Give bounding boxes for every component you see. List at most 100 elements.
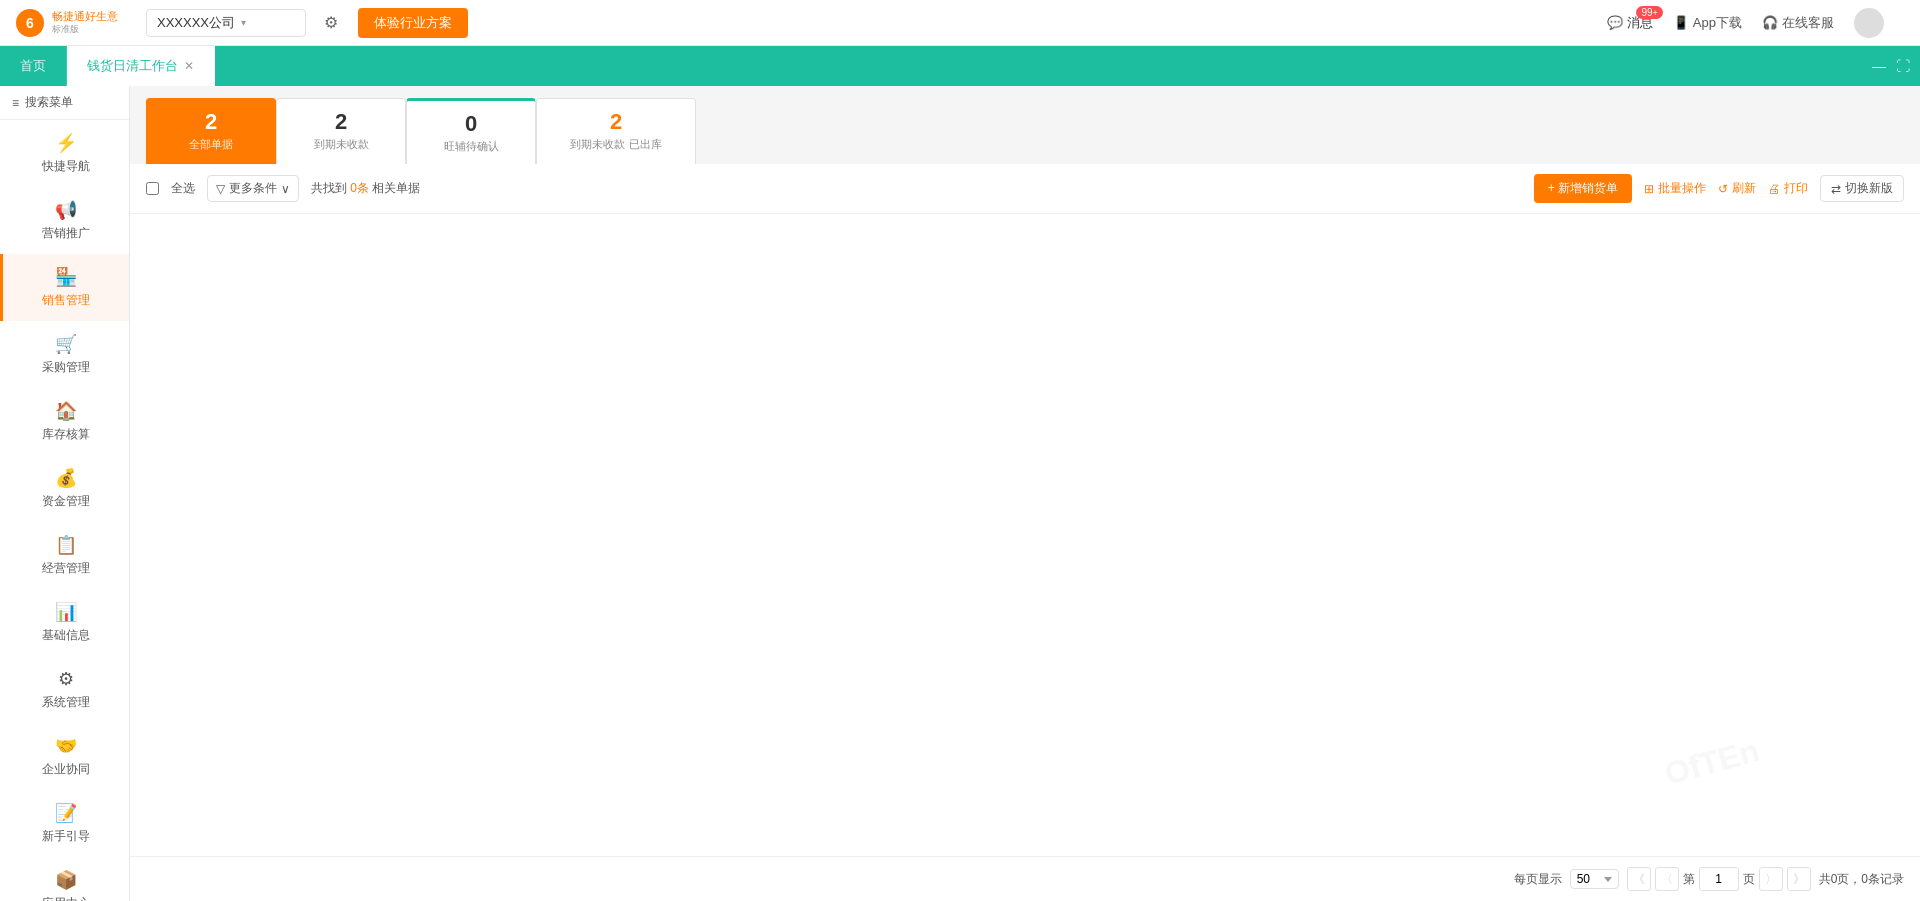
new-sale-btn[interactable]: + 新增销货单 [1534, 174, 1632, 203]
tab-maximize-icon[interactable]: ⛶ [1896, 58, 1910, 74]
system-icon: ⚙ [58, 668, 74, 690]
app-badge: 标准版 [52, 23, 118, 36]
sidebar-item-inventory-label: 库存核算 [42, 426, 90, 443]
filter-icon: ▽ [216, 182, 225, 196]
sidebar-item-marketing[interactable]: 📢 营销推广 [0, 187, 129, 254]
user-avatar[interactable] [1854, 8, 1884, 38]
sidebar-item-sales-label: 销售管理 [42, 292, 90, 309]
sidebar-item-quick-nav[interactable]: ⚡ 快捷导航 [0, 120, 129, 187]
stat-num-overdue-shipped: 2 [561, 109, 671, 135]
sidebar-item-quick-nav-label: 快捷导航 [42, 158, 90, 175]
search-menu-label: 搜索菜单 [25, 94, 73, 111]
purchase-icon: 🛒 [55, 333, 77, 355]
found-count: 0条 [350, 181, 369, 195]
search-menu-btn[interactable]: ≡ 搜索菜单 [0, 86, 129, 120]
company-selector[interactable]: XXXXXX公司 ▾ [146, 9, 306, 37]
switch-btn[interactable]: ⇄ 切换新版 [1820, 175, 1904, 202]
sidebar-item-marketing-label: 营销推广 [42, 225, 90, 242]
search-icon: ≡ [12, 96, 19, 110]
page-label-pre: 第 [1683, 871, 1695, 888]
page-input[interactable] [1699, 867, 1739, 891]
prev-page-btn[interactable]: 〈 [1655, 867, 1679, 891]
first-page-btn[interactable]: 《 [1627, 867, 1651, 891]
tab-minimize-icon[interactable]: — [1872, 58, 1886, 74]
content-area: 2 全部单据 2 到期未收款 0 旺辅待确认 2 到期未收款 已出库 全选 ▽ … [130, 86, 1920, 901]
print-icon: 🖨 [1768, 182, 1780, 196]
sidebar-item-finance[interactable]: 💰 资金管理 [0, 455, 129, 522]
pagination: 每页显示 50 10 20 100 《 〈 第 页 〉 》 共0页，0条记录 [130, 856, 1920, 901]
filter-btn[interactable]: ▽ 更多条件 ∨ [207, 175, 299, 202]
sidebar-item-app-center-label: 应用中心 [42, 895, 90, 901]
filter-chevron-icon: ∨ [281, 182, 290, 196]
message-badge: 99+ [1636, 6, 1662, 19]
stat-num-pending: 0 [431, 111, 511, 137]
experience-btn[interactable]: 体验行业方案 [358, 8, 468, 38]
sidebar-item-inventory[interactable]: 🏠 库存核算 [0, 388, 129, 455]
tab-bar: 首页 钱货日清工作台 ✕ — ⛶ [0, 46, 1920, 86]
header-right: 💬 消息 99+ 📱 App下载 🎧 在线客服 [1607, 8, 1904, 38]
stat-label-pending: 旺辅待确认 [431, 139, 511, 154]
refresh-icon: ↺ [1718, 182, 1728, 196]
marketing-icon: 📢 [55, 199, 77, 221]
finance-icon: 💰 [55, 467, 77, 489]
logo-area: 6 畅捷通好生意 标准版 [16, 9, 146, 37]
stat-tabs-wrapper: 2 全部单据 2 到期未收款 0 旺辅待确认 2 到期未收款 已出库 [130, 86, 1920, 164]
tab-workbench-label: 钱货日清工作台 [87, 57, 178, 75]
company-name: XXXXXX公司 [157, 14, 235, 32]
sidebar-item-finance-label: 资金管理 [42, 493, 90, 510]
chevron-down-icon: ▾ [241, 17, 246, 28]
stat-tab-overdue[interactable]: 2 到期未收款 [276, 98, 406, 164]
message-icon: 💬 [1607, 15, 1623, 30]
inventory-icon: 🏠 [55, 400, 77, 422]
print-btn[interactable]: 🖨 打印 [1768, 180, 1808, 197]
sidebar-item-cooperation-label: 企业协同 [42, 761, 90, 778]
content-main [130, 214, 1920, 856]
sidebar-item-system[interactable]: ⚙ 系统管理 [0, 656, 129, 723]
toolbar: 全选 ▽ 更多条件 ∨ 共找到 0条 相关单据 相关单据 + 新增销货单 ⊞ 批… [130, 164, 1920, 214]
found-text: 共找到 0条 相关单据 [311, 180, 420, 197]
last-page-btn[interactable]: 》 [1787, 867, 1811, 891]
next-page-btn[interactable]: 〉 [1759, 867, 1783, 891]
sidebar-item-purchase[interactable]: 🛒 采购管理 [0, 321, 129, 388]
logo-text-area: 畅捷通好生意 标准版 [52, 9, 118, 36]
select-all-checkbox[interactable] [146, 182, 159, 195]
cooperation-icon: 🤝 [55, 735, 77, 757]
tab-workbench[interactable]: 钱货日清工作台 ✕ [67, 46, 215, 86]
app-download-btn[interactable]: 📱 App下载 [1673, 14, 1742, 32]
tab-bar-actions: — ⛶ [1862, 46, 1920, 86]
stat-tab-overdue-shipped[interactable]: 2 到期未收款 已出库 [536, 98, 696, 164]
message-btn[interactable]: 💬 消息 99+ [1607, 14, 1653, 32]
select-all-label: 全选 [171, 180, 195, 197]
sidebar-item-cooperation[interactable]: 🤝 企业协同 [0, 723, 129, 790]
sidebar-item-operation[interactable]: 📋 经营管理 [0, 522, 129, 589]
settings-button[interactable]: ⚙ [316, 8, 346, 38]
sidebar-item-sales[interactable]: 🏪 销售管理 [0, 254, 129, 321]
stat-label-overdue: 到期未收款 [301, 137, 381, 152]
stat-num-overdue: 2 [301, 109, 381, 135]
sidebar-item-system-label: 系统管理 [42, 694, 90, 711]
top-header: 6 畅捷通好生意 标准版 XXXXXX公司 ▾ ⚙ 体验行业方案 💬 消息 99… [0, 0, 1920, 46]
app-center-icon: 📦 [55, 869, 77, 891]
stat-label-overdue-shipped: 到期未收款 已出库 [561, 137, 671, 152]
stat-tab-all[interactable]: 2 全部单据 [146, 98, 276, 164]
sidebar-item-operation-label: 经营管理 [42, 560, 90, 577]
per-page-select[interactable]: 50 10 20 100 [1570, 869, 1619, 889]
app-name: 畅捷通好生意 [52, 9, 118, 23]
app-logo-icon: 6 [16, 9, 44, 37]
refresh-btn[interactable]: ↺ 刷新 [1718, 180, 1756, 197]
sidebar-item-app-center[interactable]: 📦 应用中心 [0, 857, 129, 901]
batch-btn[interactable]: ⊞ 批量操作 [1644, 180, 1706, 197]
tab-close-icon[interactable]: ✕ [184, 59, 194, 73]
sales-icon: 🏪 [55, 266, 77, 288]
sidebar-item-basic-info[interactable]: 📊 基础信息 [0, 589, 129, 656]
page-nav: 《 〈 第 页 〉 》 [1627, 867, 1811, 891]
page-label-suf: 页 [1743, 871, 1755, 888]
sidebar-item-purchase-label: 采购管理 [42, 359, 90, 376]
tab-home-label: 首页 [20, 57, 46, 75]
basic-info-icon: 📊 [55, 601, 77, 623]
sidebar-item-beginner[interactable]: 📝 新手引导 [0, 790, 129, 857]
sidebar-item-beginner-label: 新手引导 [42, 828, 90, 845]
online-service-btn[interactable]: 🎧 在线客服 [1762, 14, 1834, 32]
stat-tab-pending[interactable]: 0 旺辅待确认 [406, 98, 536, 164]
tab-home[interactable]: 首页 [0, 46, 67, 86]
